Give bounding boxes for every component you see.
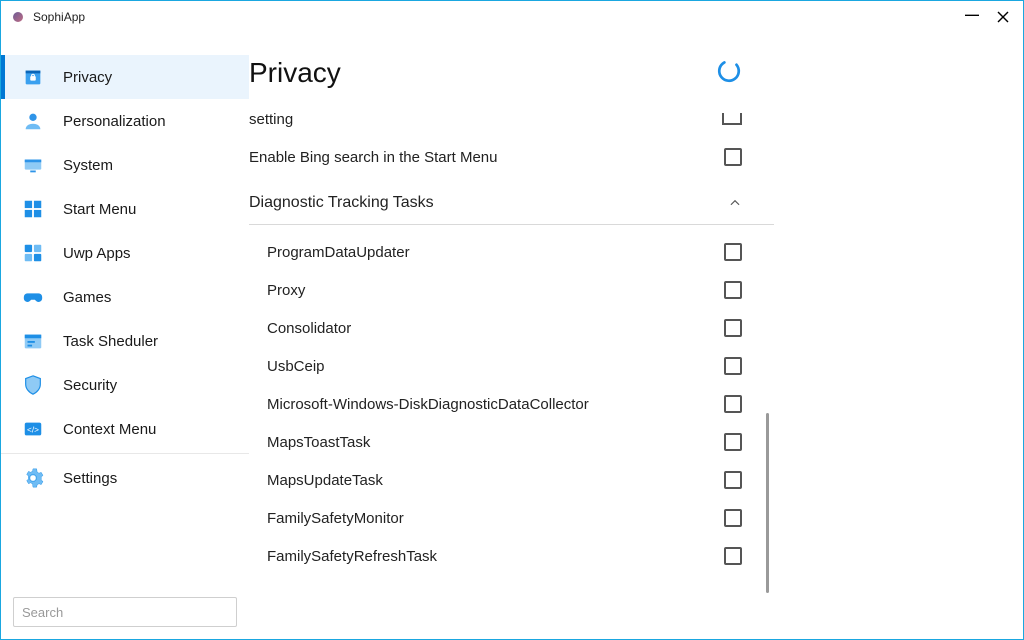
content-column: Privacy setting Enable Bing search in th…: [249, 33, 774, 639]
sidebar-item-start-menu[interactable]: Start Menu: [1, 187, 249, 231]
checkbox[interactable]: [724, 471, 742, 489]
item-label: Proxy: [267, 282, 305, 299]
checkbox[interactable]: [724, 509, 742, 527]
setting-row: setting: [249, 89, 774, 138]
search-input[interactable]: [13, 597, 237, 627]
item-label: ProgramDataUpdater: [267, 244, 410, 261]
sidebar-item-privacy[interactable]: Privacy: [1, 55, 249, 99]
checkbox[interactable]: [724, 395, 742, 413]
uwp-apps-icon: [21, 241, 45, 265]
titlebar[interactable]: SophiApp —: [1, 1, 1023, 33]
right-panel: [774, 33, 1023, 639]
section-items: ProgramDataUpdater Proxy Consolidator Us…: [249, 225, 774, 575]
loading-spinner-icon: [716, 58, 742, 89]
sidebar-item-games[interactable]: Games: [1, 275, 249, 319]
checkbox[interactable]: [722, 115, 742, 125]
list-item: FamilySafetyMonitor: [249, 499, 774, 537]
item-label: MapsToastTask: [267, 434, 370, 451]
nav-divider: [1, 453, 249, 454]
list-item: Consolidator: [249, 309, 774, 347]
close-button[interactable]: [997, 11, 1009, 23]
sidebar-item-label: Context Menu: [63, 421, 156, 438]
list-item: Proxy: [249, 271, 774, 309]
system-icon: [21, 153, 45, 177]
item-label: FamilySafetyMonitor: [267, 510, 404, 527]
item-label: FamilySafetyRefreshTask: [267, 548, 437, 565]
privacy-icon: [21, 65, 45, 89]
sidebar-item-task-scheduler[interactable]: Task Sheduler: [1, 319, 249, 363]
window-controls: —: [965, 10, 1015, 24]
item-label: Microsoft-Windows-DiskDiagnosticDataColl…: [267, 396, 589, 413]
games-icon: [21, 285, 45, 309]
list-item: Microsoft-Windows-DiskDiagnosticDataColl…: [249, 385, 774, 423]
section-title: Diagnostic Tracking Tasks: [249, 194, 434, 212]
shield-icon: [21, 373, 45, 397]
item-label: UsbCeip: [267, 358, 325, 375]
sidebar-item-uwp-apps[interactable]: Uwp Apps: [1, 231, 249, 275]
main-area: Privacy setting Enable Bing search in th…: [249, 33, 1023, 639]
checkbox[interactable]: [724, 148, 742, 166]
sidebar-item-label: Task Sheduler: [63, 333, 158, 350]
chevron-up-icon: [728, 196, 742, 210]
start-menu-icon: [21, 197, 45, 221]
sidebar-item-context-menu[interactable]: </> Context Menu: [1, 407, 249, 451]
checkbox[interactable]: [724, 547, 742, 565]
task-scheduler-icon: [21, 329, 45, 353]
setting-label: Enable Bing search in the Start Menu: [249, 149, 497, 166]
personalization-icon: [21, 109, 45, 133]
checkbox[interactable]: [724, 433, 742, 451]
sidebar-item-security[interactable]: Security: [1, 363, 249, 407]
sidebar-item-label: Start Menu: [63, 201, 136, 218]
minimize-button[interactable]: —: [965, 7, 979, 21]
setting-label: setting: [249, 111, 293, 128]
list-item: ProgramDataUpdater: [249, 233, 774, 271]
svg-text:</>: </>: [27, 426, 39, 435]
sidebar-item-label: System: [63, 157, 113, 174]
checkbox[interactable]: [724, 357, 742, 375]
sidebar-item-personalization[interactable]: Personalization: [1, 99, 249, 143]
scrollbar-thumb[interactable]: [766, 413, 769, 593]
app-window: SophiApp — Privacy Pers: [0, 0, 1024, 640]
sidebar-item-label: Games: [63, 289, 111, 306]
app-title: SophiApp: [33, 10, 965, 24]
list-item: FamilySafetyRefreshTask: [249, 537, 774, 575]
list-item: MapsUpdateTask: [249, 461, 774, 499]
sidebar-item-label: Settings: [63, 470, 117, 487]
checkbox[interactable]: [724, 319, 742, 337]
nav-list: Privacy Personalization System: [1, 33, 249, 587]
sidebar-item-system[interactable]: System: [1, 143, 249, 187]
context-menu-icon: </>: [21, 417, 45, 441]
sidebar-item-label: Personalization: [63, 113, 166, 130]
sidebar: Privacy Personalization System: [1, 33, 249, 639]
setting-row: Enable Bing search in the Start Menu: [249, 138, 774, 176]
list-item: MapsToastTask: [249, 423, 774, 461]
sidebar-item-label: Uwp Apps: [63, 245, 131, 262]
item-label: Consolidator: [267, 320, 351, 337]
sidebar-item-settings[interactable]: Settings: [1, 456, 249, 500]
section-header[interactable]: Diagnostic Tracking Tasks: [249, 176, 774, 225]
sidebar-item-label: Privacy: [63, 69, 112, 86]
checkbox[interactable]: [724, 281, 742, 299]
checkbox[interactable]: [724, 243, 742, 261]
list-item: UsbCeip: [249, 347, 774, 385]
page-title: Privacy: [249, 57, 341, 89]
item-label: MapsUpdateTask: [267, 472, 383, 489]
gear-icon: [21, 466, 45, 490]
sidebar-item-label: Security: [63, 377, 117, 394]
app-icon: [13, 12, 23, 22]
